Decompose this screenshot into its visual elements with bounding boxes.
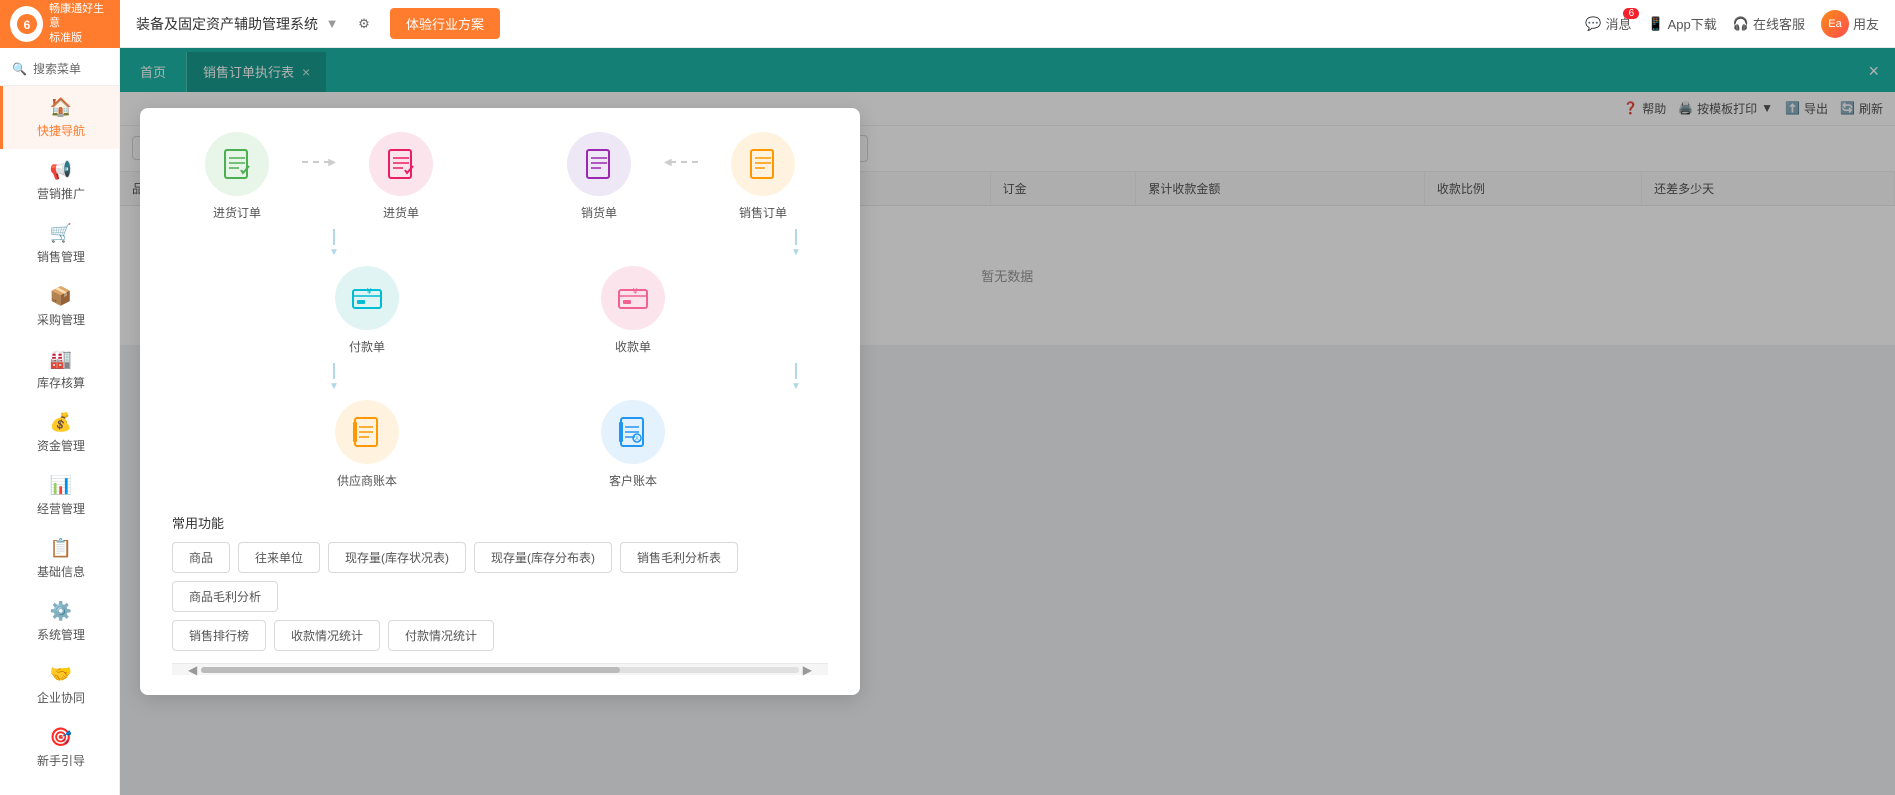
flow-row-arrows: ▼ ▼ — [172, 229, 828, 258]
func-btn-3[interactable]: 现存量(库存分布表) — [474, 542, 612, 573]
common-functions-title: 常用功能 — [172, 513, 828, 532]
marketing-icon: 📢 — [50, 159, 72, 181]
app-download-btn[interactable]: 📱 App下载 — [1647, 14, 1716, 33]
top-header: 6 畅康通好生意 标准版 装备及固定资产辅助管理系统 ▼ ⚙ 体验行业方案 💬 … — [0, 0, 1895, 48]
horizontal-scrollbar[interactable]: ◀ ▶ — [172, 663, 828, 675]
content-area: 首页 销售订单执行表 × × ❓ 帮助 🖨️ 按模板打印 ▼ ⬆️ — [120, 48, 1895, 795]
func-btn-1[interactable]: 往来单位 — [238, 542, 320, 573]
user-avatar: Ea — [1821, 10, 1849, 38]
func-btn-6[interactable]: 销售排行榜 — [172, 620, 266, 651]
flow-node-supplier-ledger[interactable]: 供应商账本 — [302, 400, 432, 489]
service-icon: 🎧 — [1733, 16, 1749, 32]
finance-icon: 💰 — [50, 411, 72, 433]
func-btn-2[interactable]: 现存量(库存状况表) — [328, 542, 466, 573]
sales-order-circle — [731, 132, 795, 196]
func-btn-0[interactable]: 商品 — [172, 542, 230, 573]
search-icon: 🔍 — [12, 62, 27, 76]
system-title: 装备及固定资产辅助管理系统 — [136, 14, 318, 34]
svg-text:人: 人 — [634, 436, 640, 443]
flow-row-arrows-2: ▼ ▼ — [172, 363, 828, 392]
trial-btn[interactable]: 体验行业方案 — [390, 8, 500, 39]
logo-icon: 6 — [10, 6, 43, 42]
flow-row-3: 供应商账本 — [172, 400, 828, 489]
customer-ledger-circle: 人 — [601, 400, 665, 464]
func-btn-4[interactable]: 销售毛利分析表 — [620, 542, 738, 573]
flow-arrow-2 — [664, 157, 698, 196]
header-right: 💬 消息 6 📱 App下载 🎧 在线客服 Ea 用友 — [1585, 10, 1879, 38]
sidebar-item-purchase[interactable]: 📦 采购管理 — [0, 275, 119, 338]
flow-node-purchase-order[interactable]: 进货订单 — [172, 132, 302, 221]
flow-row-1: 进货订单 — [172, 132, 828, 221]
sales-icon: 🛒 — [50, 222, 72, 244]
sidebar-item-marketing[interactable]: 📢 营销推广 — [0, 149, 119, 212]
sidebar-item-system[interactable]: ⚙️ 系统管理 — [0, 590, 119, 653]
modal-overlay: 进货订单 — [120, 48, 1895, 795]
online-service-btn[interactable]: 🎧 在线客服 — [1733, 14, 1805, 33]
newbie-icon: 🎯 — [50, 726, 72, 748]
main-layout: 🔍 搜索菜单 🏠 快捷导航 📢 营销推广 🛒 销售管理 📦 采购管理 🏭 库存核… — [0, 48, 1895, 795]
user-menu-btn[interactable]: Ea 用友 — [1821, 10, 1879, 38]
supplier-ledger-circle — [335, 400, 399, 464]
svg-text:6: 6 — [23, 18, 30, 32]
purchase-bill-circle — [369, 132, 433, 196]
scroll-right-btn[interactable]: ▶ — [799, 663, 816, 677]
purchase-order-circle — [205, 132, 269, 196]
scrollbar-thumb — [201, 667, 619, 673]
flow-node-receipt[interactable]: ¥ 收款单 — [568, 266, 698, 355]
sidebar-item-finance[interactable]: 💰 资金管理 — [0, 401, 119, 464]
enterprise-icon: 🤝 — [50, 663, 72, 685]
system-icon: ⚙️ — [50, 600, 72, 622]
inventory-icon: 🏭 — [50, 348, 72, 370]
message-btn[interactable]: 💬 消息 6 — [1585, 14, 1631, 33]
flow-node-sales-order[interactable]: 销售订单 — [698, 132, 828, 221]
modal-box: 进货订单 — [140, 108, 860, 695]
operations-icon: 📊 — [50, 474, 72, 496]
payment-circle: ¥ — [335, 266, 399, 330]
sidebar-item-enterprise[interactable]: 🤝 企业协同 — [0, 653, 119, 716]
system-dropdown-btn[interactable]: ▼ — [322, 14, 342, 34]
sidebar-item-sales[interactable]: 🛒 销售管理 — [0, 212, 119, 275]
svg-text:¥: ¥ — [366, 287, 372, 296]
func-btn-8[interactable]: 付款情况统计 — [388, 620, 494, 651]
scrollbar-track[interactable] — [201, 667, 799, 673]
message-icon: 💬 — [1585, 16, 1601, 32]
func-btn-7[interactable]: 收款情况统计 — [274, 620, 380, 651]
flow-row-2: ¥ 付款单 — [172, 266, 828, 355]
phone-icon: 📱 — [1647, 16, 1663, 32]
flow-node-payment[interactable]: ¥ 付款单 — [302, 266, 432, 355]
func-btn-5[interactable]: 商品毛利分析 — [172, 581, 278, 612]
sidebar-item-newbie[interactable]: 🎯 新手引导 — [0, 716, 119, 779]
func-buttons-row2: 销售排行榜 收款情况统计 付款情况统计 — [172, 620, 828, 651]
flow-node-sales-bill[interactable]: 销货单 — [534, 132, 664, 221]
flow-node-purchase-bill[interactable]: 进货单 — [336, 132, 466, 221]
logo-text: 畅康通好生意 标准版 — [49, 2, 110, 45]
flow-diagram: 进货订单 — [172, 132, 828, 489]
svg-text:¥: ¥ — [632, 287, 638, 296]
sidebar-item-basic-info[interactable]: 📋 基础信息 — [0, 527, 119, 590]
sales-bill-circle — [567, 132, 631, 196]
quick-nav-icon: 🏠 — [50, 96, 72, 118]
settings-btn[interactable]: ⚙ — [350, 10, 378, 38]
scroll-left-btn[interactable]: ◀ — [184, 663, 201, 677]
search-menu-btn[interactable]: 🔍 搜索菜单 — [0, 52, 119, 86]
flow-arrow-1 — [302, 157, 336, 196]
sidebar-item-quick-nav[interactable]: 🏠 快捷导航 — [0, 86, 119, 149]
receipt-circle: ¥ — [601, 266, 665, 330]
basic-info-icon: 📋 — [50, 537, 72, 559]
purchase-icon: 📦 — [50, 285, 72, 307]
sidebar: 🔍 搜索菜单 🏠 快捷导航 📢 营销推广 🛒 销售管理 📦 采购管理 🏭 库存核… — [0, 48, 120, 795]
func-buttons: 商品 往来单位 现存量(库存状况表) 现存量(库存分布表) 销售毛利分析表 商品… — [172, 542, 828, 612]
sidebar-item-inventory[interactable]: 🏭 库存核算 — [0, 338, 119, 401]
sidebar-item-operations[interactable]: 📊 经营管理 — [0, 464, 119, 527]
flow-node-customer-ledger[interactable]: 人 客户账本 — [568, 400, 698, 489]
logo-area: 6 畅康通好生意 标准版 — [0, 0, 120, 48]
common-functions: 常用功能 商品 往来单位 现存量(库存状况表) 现存量(库存分布表) 销售毛利分… — [172, 513, 828, 651]
